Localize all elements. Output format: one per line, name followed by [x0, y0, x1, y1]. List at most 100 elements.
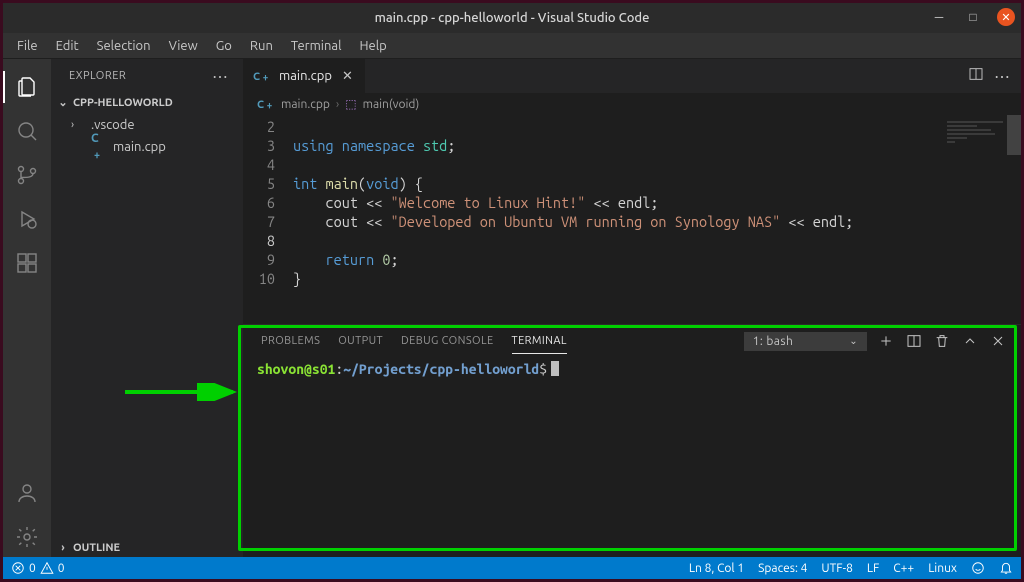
- search-icon: [15, 119, 39, 143]
- extensions-icon: [15, 251, 39, 275]
- panel-tab-terminal[interactable]: TERMINAL: [512, 329, 567, 354]
- breadcrumb[interactable]: C﹢ main.cpp › ⬚ main(void): [243, 93, 1021, 115]
- close-button[interactable]: ✕: [997, 8, 1015, 26]
- status-feedback[interactable]: [971, 561, 985, 575]
- sidebar-title: EXPLORER ⋯: [51, 59, 243, 93]
- panel-tab-output[interactable]: OUTPUT: [338, 329, 383, 353]
- tab-main-cpp[interactable]: C﹢ main.cpp ✕: [243, 59, 366, 93]
- status-encoding[interactable]: UTF-8: [821, 562, 852, 575]
- terminal[interactable]: shovon@s01:~/Projects/cpp-helloworld$: [243, 357, 1021, 557]
- project-name: CPP-HELLOWORLD: [73, 97, 173, 109]
- panel-tab-debug-console[interactable]: DEBUG CONSOLE: [401, 329, 494, 353]
- status-indent[interactable]: Spaces: 4: [758, 562, 807, 575]
- code-line[interactable]: 8: [243, 231, 941, 250]
- tree-item-label: .vscode: [91, 118, 135, 132]
- activity-scm[interactable]: [3, 155, 51, 195]
- menu-run[interactable]: Run: [242, 36, 281, 56]
- split-icon: [968, 66, 984, 82]
- activity-search[interactable]: [3, 111, 51, 151]
- menu-go[interactable]: Go: [208, 36, 240, 56]
- workbench: EXPLORER ⋯ ⌄ CPP-HELLOWORLD › .vscode C﹢…: [3, 59, 1021, 557]
- chevron-up-icon: [962, 333, 978, 349]
- activity-bar: [3, 59, 51, 557]
- status-notifications[interactable]: [999, 561, 1013, 575]
- activity-settings[interactable]: [3, 517, 51, 557]
- tab-label: main.cpp: [279, 69, 332, 83]
- activity-explorer[interactable]: [3, 67, 51, 107]
- editor-tabs: C﹢ main.cpp ✕ ⋯: [243, 59, 1021, 93]
- status-problems[interactable]: 0 0: [11, 561, 65, 575]
- menu-edit[interactable]: Edit: [48, 36, 87, 56]
- gear-icon: [15, 525, 39, 549]
- tab-close-icon[interactable]: ✕: [340, 69, 355, 84]
- bell-icon: [999, 561, 1013, 575]
- warning-icon: [40, 561, 54, 575]
- code-line[interactable]: 7 cout << "Developed on Ubuntu VM runnin…: [243, 212, 941, 231]
- maximize-panel-button[interactable]: [961, 332, 979, 350]
- panel-tab-problems[interactable]: PROBLEMS: [261, 329, 320, 353]
- terminal-cursor: [551, 361, 559, 376]
- sidebar-more-icon[interactable]: ⋯: [212, 67, 229, 86]
- activity-extensions[interactable]: [3, 243, 51, 283]
- split-editor-button[interactable]: [968, 66, 984, 86]
- code-line[interactable]: 3using namespace std;: [243, 136, 941, 155]
- chevron-right-icon: ›: [57, 542, 69, 554]
- panel-tabs: PROBLEMS OUTPUT DEBUG CONSOLE TERMINAL 1…: [243, 325, 1021, 357]
- menu-selection[interactable]: Selection: [89, 36, 159, 56]
- kill-terminal-button[interactable]: [933, 332, 951, 350]
- editor-group: C﹢ main.cpp ✕ ⋯ C﹢ main.cpp › ⬚ main(voi…: [243, 59, 1021, 557]
- plus-icon: [878, 333, 894, 349]
- cpp-file-icon: C﹢: [91, 139, 107, 155]
- menu-help[interactable]: Help: [351, 36, 394, 56]
- code-editor[interactable]: 23using namespace std;45int main(void) {…: [243, 115, 941, 324]
- activity-run[interactable]: [3, 199, 51, 239]
- play-icon: [15, 207, 39, 231]
- tree-folder-vscode[interactable]: › .vscode: [59, 114, 243, 136]
- split-terminal-button[interactable]: [905, 332, 923, 350]
- code-line[interactable]: 2: [243, 117, 941, 136]
- menu-file[interactable]: File: [9, 36, 46, 56]
- code-line[interactable]: 4: [243, 155, 941, 174]
- close-icon: [990, 333, 1006, 349]
- code-line[interactable]: 10}: [243, 269, 941, 288]
- project-header[interactable]: ⌄ CPP-HELLOWORLD: [51, 93, 243, 112]
- minimize-button[interactable]: ─: [929, 7, 949, 27]
- terminal-selector-label: 1: bash: [753, 335, 794, 348]
- editor-more-icon[interactable]: ⋯: [994, 67, 1011, 86]
- status-warnings-count: 0: [58, 562, 65, 575]
- status-eol[interactable]: LF: [867, 562, 879, 575]
- panel-actions: 1: bash ⌄: [744, 332, 1007, 351]
- menubar: File Edit Selection View Go Run Terminal…: [3, 33, 1021, 59]
- code-line[interactable]: 6 cout << "Welcome to Linux Hint!" << en…: [243, 193, 941, 212]
- menu-terminal[interactable]: Terminal: [283, 36, 350, 56]
- editor-area: 23using namespace std;45int main(void) {…: [243, 115, 1021, 324]
- branch-icon: [15, 163, 39, 187]
- chevron-down-icon: ⌄: [57, 96, 69, 109]
- files-icon: [15, 75, 39, 99]
- outline-header[interactable]: › OUTLINE: [51, 539, 243, 557]
- status-cursor-position[interactable]: Ln 8, Col 1: [689, 562, 744, 575]
- outline-label: OUTLINE: [73, 542, 120, 554]
- tree-file-main-cpp[interactable]: C﹢ main.cpp: [59, 136, 243, 158]
- maximize-button[interactable]: □: [963, 7, 983, 27]
- chevron-right-icon: ›: [71, 119, 85, 131]
- code-line[interactable]: 9 return 0;: [243, 250, 941, 269]
- breadcrumb-symbol: main(void): [363, 98, 420, 111]
- feedback-icon: [971, 561, 985, 575]
- menu-view[interactable]: View: [161, 36, 206, 56]
- editor-actions: ⋯: [958, 59, 1021, 93]
- activity-account[interactable]: [3, 473, 51, 513]
- file-tree: › .vscode C﹢ main.cpp: [51, 112, 243, 160]
- close-panel-button[interactable]: [989, 332, 1007, 350]
- window-title: main.cpp - cpp-helloworld - Visual Studi…: [375, 11, 650, 25]
- status-language[interactable]: C++: [893, 562, 914, 575]
- window-controls: ─ □ ✕: [929, 7, 1015, 27]
- new-terminal-button[interactable]: [877, 332, 895, 350]
- code-line[interactable]: 5int main(void) {: [243, 174, 941, 193]
- scrollbar-thumb[interactable]: [1007, 115, 1021, 155]
- terminal-selector[interactable]: 1: bash ⌄: [744, 332, 867, 351]
- status-errors-count: 0: [29, 562, 36, 575]
- status-os[interactable]: Linux: [928, 562, 957, 575]
- vscode-window: main.cpp - cpp-helloworld - Visual Studi…: [0, 0, 1024, 582]
- minimap[interactable]: [941, 115, 1021, 324]
